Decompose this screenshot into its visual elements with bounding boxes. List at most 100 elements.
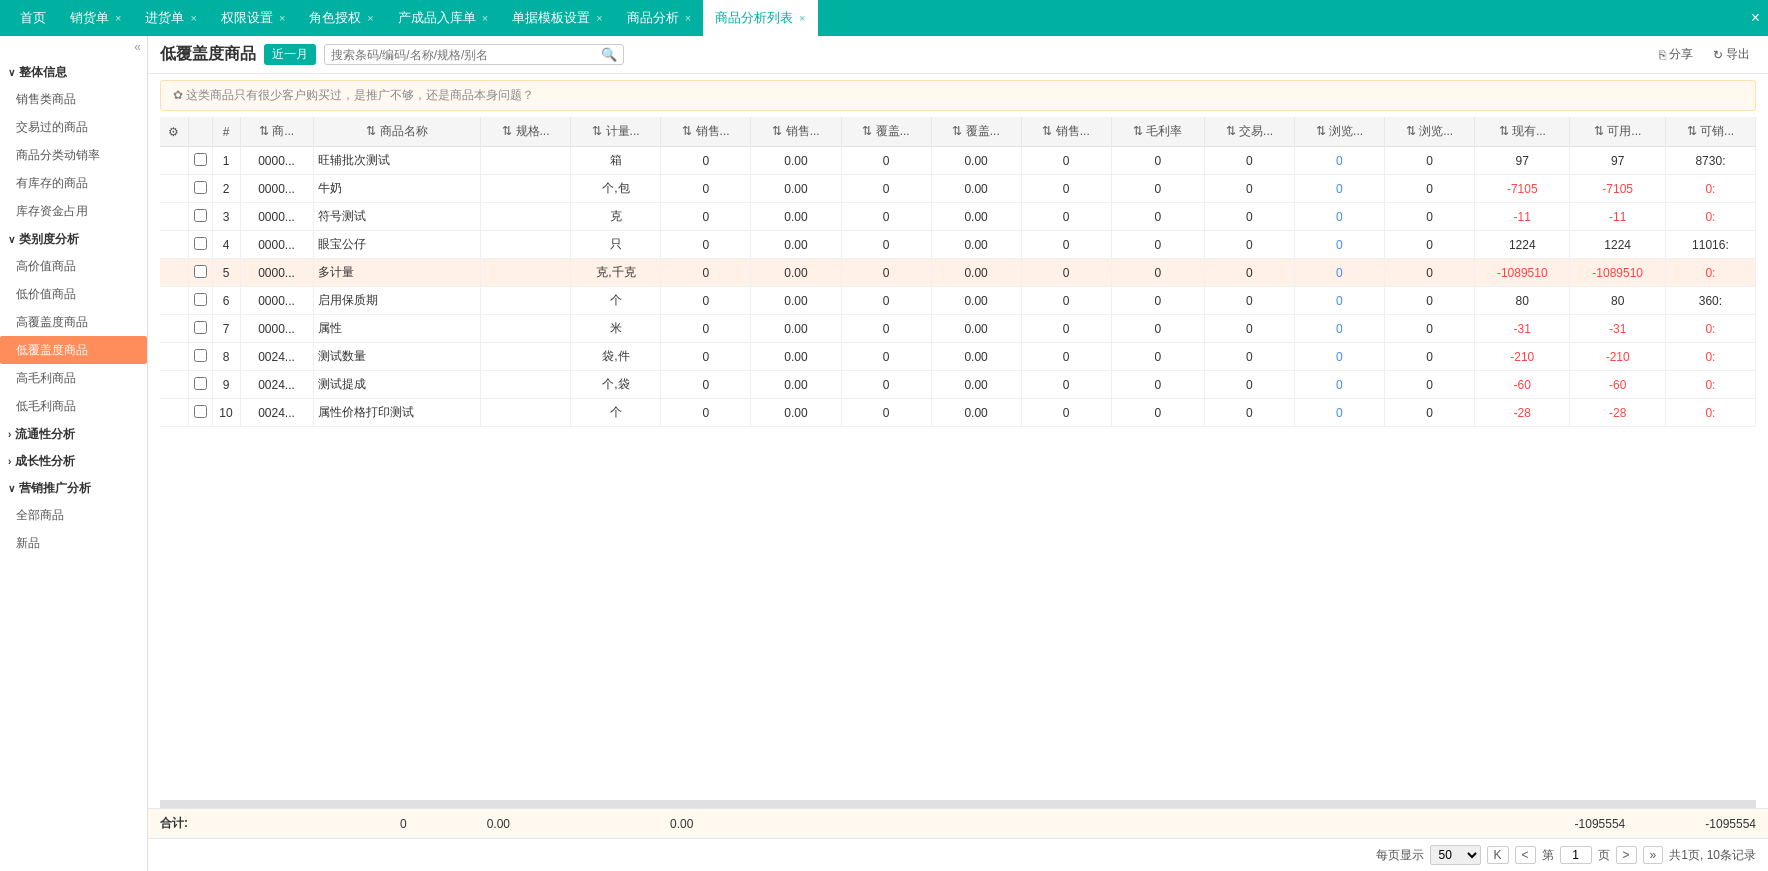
col-now[interactable]: ⇅ 现有... [1475, 117, 1570, 147]
sidebar-section-growth[interactable]: › 成长性分析 [0, 447, 147, 474]
sidebar-item-low-coverage[interactable]: 低覆盖度商品 [0, 336, 147, 364]
nav-tab-role[interactable]: 角色授权 × [297, 0, 385, 36]
col-browse2[interactable]: ⇅ 浏览... [1384, 117, 1474, 147]
sidebar-section-main[interactable]: ∨ 整体信息 [0, 58, 147, 85]
nav-tab-production[interactable]: 产成品入库单 × [386, 0, 500, 36]
row-browse1[interactable]: 0 [1294, 203, 1384, 231]
col-saleable[interactable]: ⇅ 可销... [1665, 117, 1755, 147]
col-sales-rate[interactable]: ⇅ 销售... [1021, 117, 1111, 147]
page-size-select[interactable]: 50 20 100 [1430, 845, 1481, 865]
row-browse1[interactable]: 0 [1294, 399, 1384, 427]
col-trans[interactable]: ⇅ 交易... [1204, 117, 1294, 147]
sidebar-item-high-gross[interactable]: 高毛利商品 [0, 364, 147, 392]
horizontal-scrollbar[interactable] [160, 800, 1756, 808]
row-checkbox[interactable] [188, 399, 212, 427]
col-avail[interactable]: ⇅ 可用... [1570, 117, 1665, 147]
sidebar-item-traded-goods[interactable]: 交易过的商品 [0, 113, 147, 141]
row-settings[interactable] [160, 343, 188, 371]
sidebar-item-low-gross[interactable]: 低毛利商品 [0, 392, 147, 420]
nav-tab-purchase[interactable]: 进货单 × [133, 0, 208, 36]
row-browse1[interactable]: 0 [1294, 371, 1384, 399]
close-icon[interactable]: × [685, 12, 691, 24]
search-input[interactable] [331, 48, 601, 62]
row-checkbox[interactable] [188, 371, 212, 399]
prev-page-button[interactable]: < [1515, 846, 1536, 864]
row-browse1[interactable]: 0 [1294, 343, 1384, 371]
col-code[interactable]: ⇅ 商... [240, 117, 313, 147]
row-settings[interactable] [160, 203, 188, 231]
sidebar-item-low-value[interactable]: 低价值商品 [0, 280, 147, 308]
col-spec[interactable]: ⇅ 规格... [481, 117, 571, 147]
sidebar-item-all-goods[interactable]: 全部商品 [0, 501, 147, 529]
first-page-button[interactable]: K [1487, 846, 1509, 864]
row-browse1[interactable]: 0 [1294, 175, 1384, 203]
row-settings[interactable] [160, 147, 188, 175]
sidebar-item-new-goods[interactable]: 新品 [0, 529, 147, 557]
row-settings[interactable] [160, 315, 188, 343]
table-wrapper[interactable]: ⚙ # ⇅ 商... ⇅ 商品名称 ⇅ 规格... ⇅ 计量... ⇅ 销售..… [148, 117, 1768, 800]
close-all-button[interactable]: × [1751, 9, 1760, 27]
close-icon[interactable]: × [190, 12, 196, 24]
col-cover2[interactable]: ⇅ 覆盖... [931, 117, 1021, 147]
nav-tab-permissions[interactable]: 权限设置 × [209, 0, 297, 36]
last-page-button[interactable]: » [1643, 846, 1664, 864]
row-settings[interactable] [160, 231, 188, 259]
next-page-button[interactable]: > [1616, 846, 1637, 864]
row-browse1[interactable]: 0 [1294, 259, 1384, 287]
col-settings[interactable]: ⚙ [160, 117, 188, 147]
sidebar-item-high-value[interactable]: 高价值商品 [0, 252, 147, 280]
row-settings[interactable] [160, 287, 188, 315]
row-checkbox[interactable] [188, 259, 212, 287]
row-browse1[interactable]: 0 [1294, 231, 1384, 259]
row-checkbox[interactable] [188, 343, 212, 371]
sidebar-section-marketing[interactable]: ∨ 营销推广分析 [0, 474, 147, 501]
row-settings[interactable] [160, 259, 188, 287]
page-input[interactable] [1560, 846, 1592, 864]
row-checkbox[interactable] [188, 315, 212, 343]
col-unit[interactable]: ⇅ 计量... [571, 117, 661, 147]
row-checkbox[interactable] [188, 203, 212, 231]
sidebar-collapse-button[interactable]: « [0, 36, 147, 58]
close-icon[interactable]: × [279, 12, 285, 24]
share-button[interactable]: ⎘ 分享 [1653, 44, 1699, 65]
row-checkbox[interactable] [188, 175, 212, 203]
close-icon[interactable]: × [115, 12, 121, 24]
close-icon[interactable]: × [596, 12, 602, 24]
close-icon[interactable]: × [482, 12, 488, 24]
col-sales-qty[interactable]: ⇅ 销售... [661, 117, 751, 147]
nav-tab-home[interactable]: 首页 [8, 0, 58, 36]
row-browse1[interactable]: 0 [1294, 147, 1384, 175]
row-gross: 0 [1111, 259, 1204, 287]
sidebar-section-flow[interactable]: › 流通性分析 [0, 420, 147, 447]
close-icon[interactable]: × [799, 12, 805, 24]
row-settings[interactable] [160, 399, 188, 427]
row-checkbox[interactable] [188, 231, 212, 259]
row-settings[interactable] [160, 175, 188, 203]
nav-tab-template[interactable]: 单据模板设置 × [500, 0, 614, 36]
period-button[interactable]: 近一月 [264, 44, 316, 65]
col-sales-amt[interactable]: ⇅ 销售... [751, 117, 841, 147]
sidebar-item-sales-goods[interactable]: 销售类商品 [0, 85, 147, 113]
sort-icon: ⇅ [1042, 124, 1052, 138]
sidebar-item-category-rate[interactable]: 商品分类动销率 [0, 141, 147, 169]
page-suffix: 页 [1598, 847, 1610, 864]
sidebar-item-high-coverage[interactable]: 高覆盖度商品 [0, 308, 147, 336]
sidebar-section-category[interactable]: ∨ 类别度分析 [0, 225, 147, 252]
search-icon[interactable]: 🔍 [601, 47, 617, 62]
row-settings[interactable] [160, 371, 188, 399]
nav-tab-analysis[interactable]: 商品分析 × [615, 0, 703, 36]
close-icon[interactable]: × [367, 12, 373, 24]
row-browse1[interactable]: 0 [1294, 315, 1384, 343]
row-browse1[interactable]: 0 [1294, 287, 1384, 315]
row-checkbox[interactable] [188, 147, 212, 175]
sidebar-item-stock-funds[interactable]: 库存资金占用 [0, 197, 147, 225]
nav-tab-analysis-list[interactable]: 商品分析列表 × [703, 0, 817, 36]
col-cover1[interactable]: ⇅ 覆盖... [841, 117, 931, 147]
sidebar-item-stock-goods[interactable]: 有库存的商品 [0, 169, 147, 197]
col-name[interactable]: ⇅ 商品名称 [313, 117, 481, 147]
row-checkbox[interactable] [188, 287, 212, 315]
col-browse1[interactable]: ⇅ 浏览... [1294, 117, 1384, 147]
export-button[interactable]: ↻ 导出 [1707, 44, 1756, 65]
col-gross[interactable]: ⇅ 毛利率 [1111, 117, 1204, 147]
nav-tab-sales[interactable]: 销货单 × [58, 0, 133, 36]
